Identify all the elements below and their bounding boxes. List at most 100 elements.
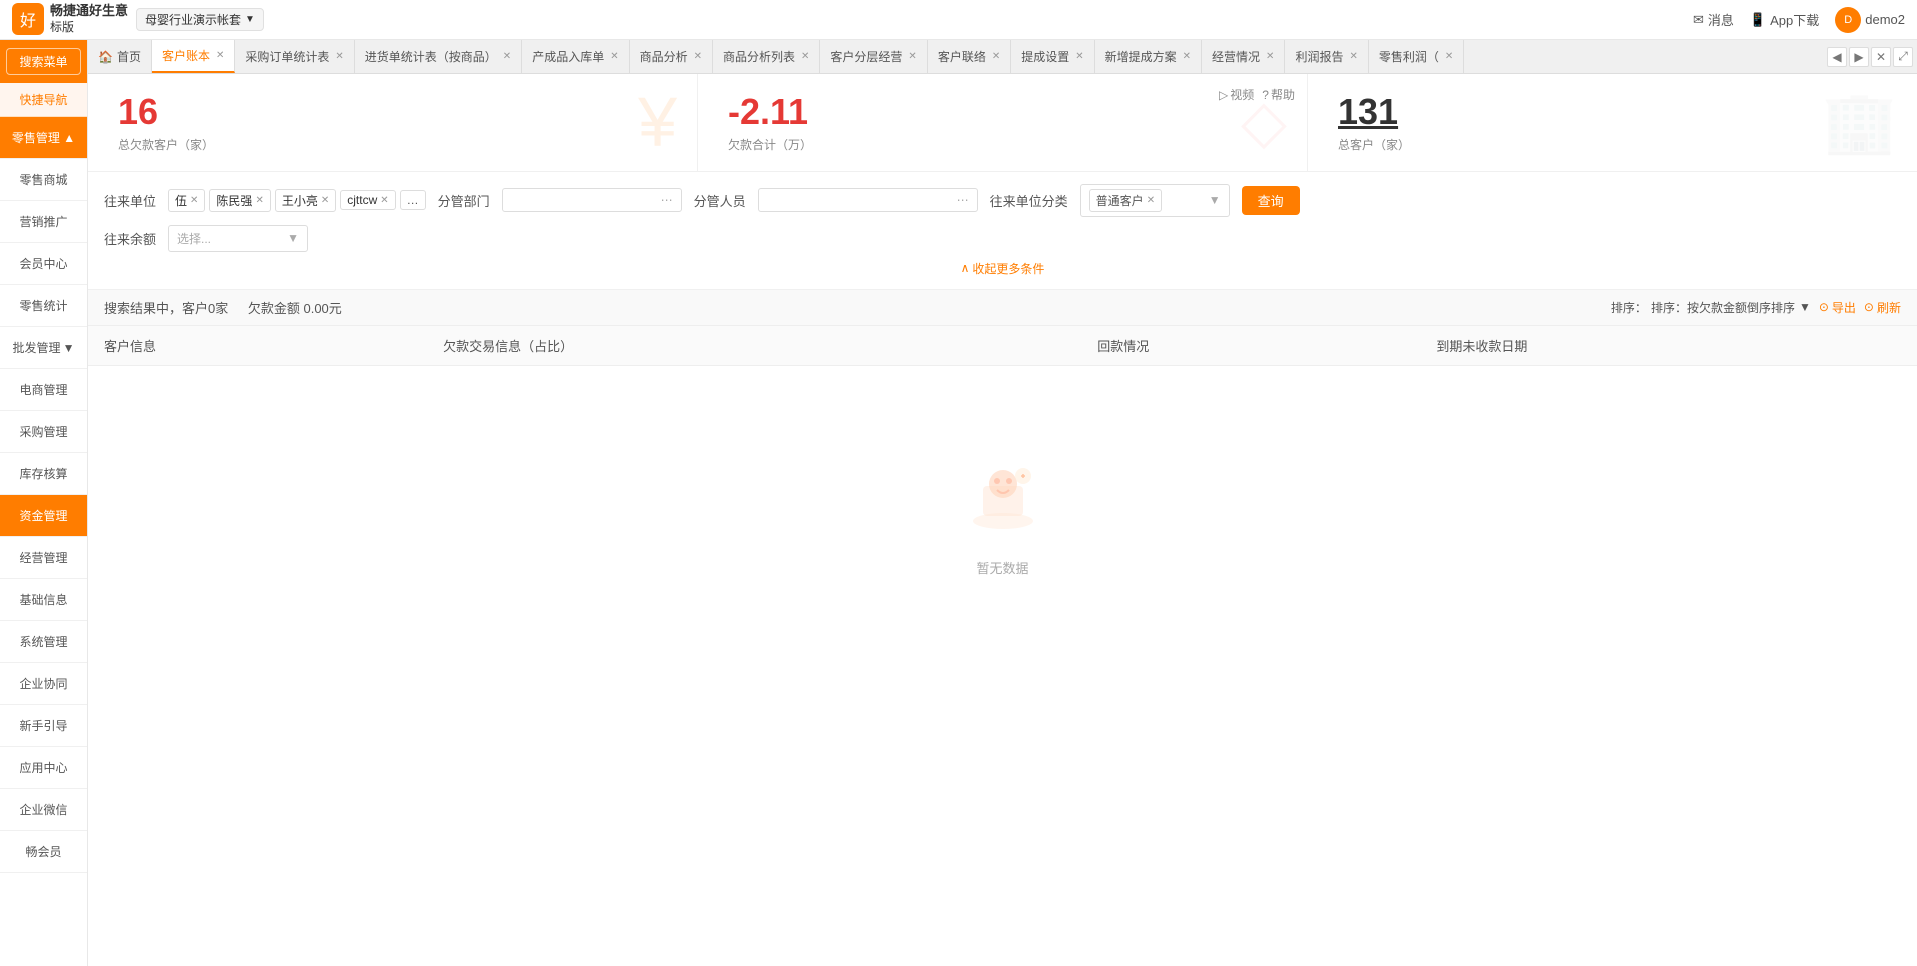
sidebar-item-new-guide[interactable]: 新手引导 bbox=[0, 705, 87, 747]
unit-category-label: 往来单位分类 bbox=[990, 191, 1068, 210]
workspace-selector[interactable]: 母婴行业演示帐套 ▼ bbox=[136, 8, 264, 31]
close-icon[interactable]: ✕ bbox=[694, 51, 702, 62]
tab-promote-settings[interactable]: 提成设置 ✕ bbox=[1011, 40, 1094, 73]
close-icon[interactable]: ✕ bbox=[1075, 51, 1083, 62]
tab-expand-btn[interactable]: ⤢ bbox=[1893, 47, 1913, 67]
stat-label-1: 欠款合计（万） bbox=[728, 136, 812, 153]
tab-home[interactable]: 🏠 首页 bbox=[88, 40, 152, 73]
th-customer-info: 客户信息 bbox=[88, 326, 427, 366]
tab-product-in[interactable]: 产成品入库单 ✕ bbox=[522, 40, 629, 73]
refresh-icon: ⊙ bbox=[1864, 300, 1874, 314]
ellipsis-icon: ⋯ bbox=[957, 193, 969, 207]
division-dept-select[interactable]: ⋯ bbox=[502, 188, 682, 212]
stat-card-customers: ¥ 16 总欠款客户（家） bbox=[88, 74, 698, 171]
sidebar-item-purchase[interactable]: 采购管理 bbox=[0, 411, 87, 453]
close-icon[interactable]: ✕ bbox=[992, 51, 1000, 62]
sidebar-item-basics[interactable]: 基础信息 bbox=[0, 579, 87, 621]
video-btn[interactable]: ▷ 视频 bbox=[1219, 86, 1254, 103]
topbar-right: ✉ 消息 📱 App下载 D demo2 bbox=[1693, 7, 1905, 33]
table-header-row: 客户信息 欠款交易信息（占比） 回款情况 到期未收款日期 bbox=[88, 326, 1917, 366]
remove-tag-1[interactable]: ✕ bbox=[255, 195, 263, 206]
th-debt-info: 欠款交易信息（占比） bbox=[427, 326, 1081, 366]
close-icon[interactable]: ✕ bbox=[335, 51, 343, 62]
division-person-label: 分管人员 bbox=[694, 191, 746, 210]
remove-tag-2[interactable]: ✕ bbox=[321, 195, 329, 206]
user-menu[interactable]: D demo2 bbox=[1835, 7, 1905, 33]
logo-icon: 好 bbox=[12, 3, 44, 35]
sidebar-item-member[interactable]: 畅会员 bbox=[0, 831, 87, 873]
filter-row-2: 往来余额 选择... ▼ bbox=[104, 225, 1901, 252]
sidebar-item-app-center[interactable]: 应用中心 bbox=[0, 747, 87, 789]
close-icon[interactable]: ✕ bbox=[908, 51, 916, 62]
division-person-input[interactable]: ⋯ bbox=[758, 188, 978, 212]
close-icon[interactable]: ✕ bbox=[1266, 51, 1274, 62]
close-icon[interactable]: ✕ bbox=[1445, 51, 1453, 62]
sidebar-item-wholesale[interactable]: 批发管理 ▼ bbox=[0, 327, 87, 369]
sidebar-item-retail-stats[interactable]: 零售统计 bbox=[0, 285, 87, 327]
export-btn[interactable]: ⊙ 导出 bbox=[1819, 299, 1856, 316]
help-btn[interactable]: ? 帮助 bbox=[1262, 86, 1295, 103]
stat-label-0: 总欠款客户（家） bbox=[118, 136, 214, 153]
sort-label: 排序： bbox=[1611, 299, 1647, 316]
stat-card-debt: ◇ -2.11 欠款合计（万） ▷ 视频 ? 帮助 bbox=[698, 74, 1308, 171]
message-icon: ✉ bbox=[1693, 12, 1704, 28]
search-menu-btn[interactable]: 搜索菜单 bbox=[6, 48, 81, 75]
balance-select[interactable]: 选择... ▼ bbox=[168, 225, 308, 252]
app-download-btn[interactable]: 📱 App下载 bbox=[1750, 10, 1819, 29]
tab-prev-btn[interactable]: ◀ bbox=[1827, 47, 1847, 67]
sidebar-item-finance[interactable]: 资金管理 bbox=[0, 495, 87, 537]
sidebar-item-retail-mall[interactable]: 零售商城 bbox=[0, 159, 87, 201]
collapse-btn[interactable]: ∧ 收起更多条件 bbox=[961, 260, 1045, 277]
sidebar-item-retail-mgmt[interactable]: 零售管理 ▲ bbox=[0, 117, 87, 159]
stat-value-1: -2.11 bbox=[728, 92, 808, 132]
messages-btn[interactable]: ✉ 消息 bbox=[1693, 10, 1734, 29]
tab-customer-segment[interactable]: 客户分层经营 ✕ bbox=[820, 40, 927, 73]
unit-category-select[interactable]: 普通客户 ✕ ▼ bbox=[1080, 184, 1230, 217]
tab-product-analysis[interactable]: 商品分析 ✕ bbox=[630, 40, 713, 73]
close-icon[interactable]: ✕ bbox=[216, 50, 224, 61]
refresh-btn[interactable]: ⊙ 刷新 bbox=[1864, 299, 1901, 316]
sidebar-item-member-center[interactable]: 会员中心 bbox=[0, 243, 87, 285]
tab-profit-report[interactable]: 利润报告 ✕ bbox=[1285, 40, 1368, 73]
close-icon[interactable]: ✕ bbox=[610, 51, 618, 62]
tab-product-analysis-list[interactable]: 商品分析列表 ✕ bbox=[713, 40, 820, 73]
sidebar-item-enterprise-wx[interactable]: 企业微信 bbox=[0, 789, 87, 831]
close-icon[interactable]: ✕ bbox=[801, 51, 809, 62]
tab-close-all-btn[interactable]: ✕ bbox=[1871, 47, 1891, 67]
remove-category-0[interactable]: ✕ bbox=[1147, 195, 1155, 206]
tab-new-promote[interactable]: 新增提成方案 ✕ bbox=[1095, 40, 1202, 73]
sidebar-item-ecommerce[interactable]: 电商管理 bbox=[0, 369, 87, 411]
tab-retail-profit[interactable]: 零售利润（ ✕ bbox=[1369, 40, 1464, 73]
tab-purchase-order[interactable]: 采购订单统计表 ✕ bbox=[235, 40, 354, 73]
sidebar-item-system[interactable]: 系统管理 bbox=[0, 621, 87, 663]
stats-row: ¥ 16 总欠款客户（家） ◇ -2.11 欠款合计（万） ▷ 视频 ? bbox=[88, 74, 1917, 172]
empty-row: 暂无数据 bbox=[88, 365, 1917, 657]
more-tags-btn[interactable]: … bbox=[400, 190, 426, 210]
query-btn[interactable]: 查询 bbox=[1242, 186, 1300, 215]
sort-select[interactable]: 排序： 排序：按欠款金额倒序排序 ▼ bbox=[1611, 299, 1811, 316]
tab-bar: 🏠 首页 客户账本 ✕ 采购订单统计表 ✕ 进货单统计表（按商品） ✕ 产成品入… bbox=[88, 40, 1917, 74]
sidebar-item-marketing[interactable]: 营销推广 bbox=[0, 201, 87, 243]
stat-value-0: 16 bbox=[118, 92, 158, 132]
sidebar-item-inventory[interactable]: 库存核算 bbox=[0, 453, 87, 495]
filter-row-1: 往来单位 伍 ✕ 陈民强 ✕ 王小亮 ✕ bbox=[104, 184, 1901, 217]
stat-card-total-customers: 🏢 131 总客户（家） bbox=[1308, 74, 1917, 171]
tab-customer-book[interactable]: 客户账本 ✕ bbox=[152, 40, 235, 73]
close-icon[interactable]: ✕ bbox=[503, 51, 511, 62]
close-icon[interactable]: ✕ bbox=[1183, 51, 1191, 62]
sidebar-item-enterprise-coop[interactable]: 企业协同 bbox=[0, 663, 87, 705]
sidebar-item-operations[interactable]: 经营管理 bbox=[0, 537, 87, 579]
tag-unit-0: 伍 ✕ bbox=[168, 189, 205, 212]
tab-stock-stats[interactable]: 进货单统计表（按商品） ✕ bbox=[355, 40, 522, 73]
close-icon[interactable]: ✕ bbox=[1349, 51, 1357, 62]
result-bar: 搜索结果中，客户0家 欠款金额 0.00元 排序： 排序：按欠款金额倒序排序 ▼… bbox=[88, 290, 1917, 326]
tab-business-status[interactable]: 经营情况 ✕ bbox=[1202, 40, 1285, 73]
tab-customer-contact[interactable]: 客户联络 ✕ bbox=[928, 40, 1011, 73]
remove-tag-3[interactable]: ✕ bbox=[380, 195, 388, 206]
division-dept-label: 分管部门 bbox=[438, 191, 490, 210]
tab-next-btn[interactable]: ▶ bbox=[1849, 47, 1869, 67]
sidebar: 搜索菜单 快捷导航 零售管理 ▲ 零售商城 营销推广 会员中心 零售统计 批发管… bbox=[0, 40, 88, 966]
tag-unit-3: cjttcw ✕ bbox=[340, 190, 395, 210]
remove-tag-0[interactable]: ✕ bbox=[190, 195, 198, 206]
quick-nav-btn[interactable]: 快捷导航 bbox=[0, 83, 87, 117]
